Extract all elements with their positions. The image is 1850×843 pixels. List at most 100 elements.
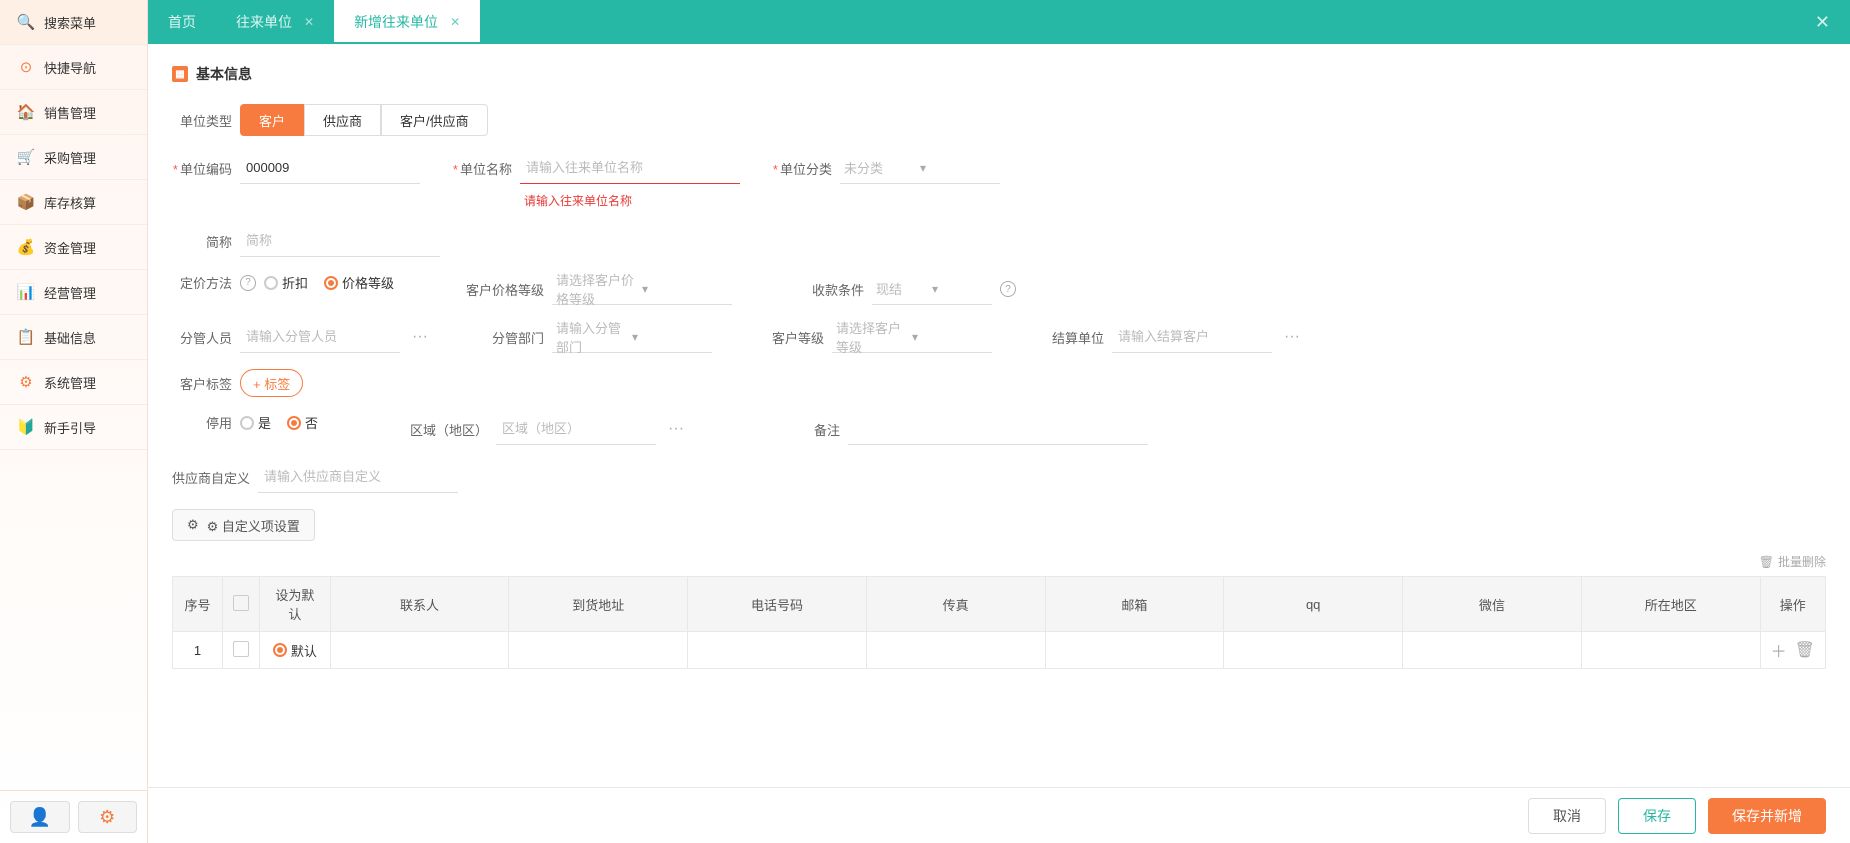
close-all-tabs[interactable]: ✕ [1807, 12, 1838, 33]
unit-type-customer[interactable]: 客户 [240, 104, 304, 136]
supplier-custom-input[interactable] [258, 461, 458, 493]
delete-row-btn[interactable]: 🗑 [1795, 640, 1815, 660]
col-default: 设为默认 [260, 577, 331, 632]
save-button[interactable]: 保存 [1618, 798, 1696, 834]
row-qq[interactable] [1224, 632, 1403, 669]
tab-new-partner-close[interactable]: ✕ [450, 15, 460, 29]
unit-type-both[interactable]: 客户/供应商 [381, 104, 488, 136]
sidebar-item-system[interactable]: ⚙ 系统管理 [0, 360, 147, 405]
batch-delete-btn[interactable]: 🗑 批量删除 [1759, 553, 1826, 570]
abbr-input[interactable] [240, 225, 440, 257]
unit-type-group: 单位类型 客户 供应商 客户/供应商 [172, 104, 488, 136]
row-phone[interactable] [688, 632, 867, 669]
tab-home[interactable]: 首页 [148, 0, 216, 44]
box-icon: 📦 [16, 192, 36, 212]
row-fax[interactable] [866, 632, 1045, 669]
gear-settings-icon: ⚙ [187, 517, 199, 533]
disable-label: 停用 [172, 413, 232, 432]
dept-select[interactable]: 请输入分管部门 ▾ [552, 321, 712, 353]
fax-input[interactable] [877, 643, 1035, 658]
pricing-discount[interactable]: 折扣 [264, 273, 308, 292]
sidebar-item-inventory[interactable]: 📦 库存核算 [0, 180, 147, 225]
price-level-group: 客户价格等级 请选择客户价格等级 ▾ [466, 273, 732, 305]
unit-type-supplier[interactable]: 供应商 [304, 104, 381, 136]
default-radio[interactable]: 默认 [270, 641, 320, 660]
email-input[interactable] [1056, 643, 1214, 658]
custom-settings-button[interactable]: ⚙ ⚙ 自定义项设置 [172, 509, 315, 541]
region-dots[interactable]: ··· [664, 420, 688, 438]
save-new-button[interactable]: 保存并新增 [1708, 798, 1826, 834]
sidebar-user-btn[interactable]: 👤 [10, 801, 70, 833]
row-region[interactable] [1581, 632, 1760, 669]
supervisor-input[interactable] [240, 321, 400, 353]
disable-yes[interactable]: 是 [240, 413, 271, 432]
settlement-input[interactable] [1112, 321, 1272, 353]
region-input[interactable] [496, 413, 656, 445]
remarks-input[interactable] [848, 413, 1148, 445]
pricing-level[interactable]: 价格等级 [324, 273, 394, 292]
sidebar-item-guide[interactable]: 🔰 新手引导 [0, 405, 147, 450]
select-all-checkbox[interactable] [233, 595, 249, 611]
pricing-group: 定价方法 ? 折扣 价格等级 [172, 273, 394, 292]
settlement-dots[interactable]: ··· [1280, 328, 1304, 346]
main-area: 首页 往来单位 ✕ 新增往来单位 ✕ ✕ ▦ 基本信息 单位类型 客户 供应商 … [148, 0, 1850, 843]
disable-no[interactable]: 否 [287, 413, 318, 432]
sidebar-item-operations[interactable]: 📊 经营管理 [0, 270, 147, 315]
sidebar-item-quick-nav[interactable]: ⊙ 快捷导航 [0, 45, 147, 90]
sidebar-item-finance[interactable]: 💰 资金管理 [0, 225, 147, 270]
unit-category-group: 单位分类 未分类 ▾ [772, 152, 1000, 184]
table-row: 1 默认 [173, 632, 1826, 669]
unit-name-input[interactable] [520, 152, 740, 184]
unit-category-value: 未分类 [844, 158, 920, 177]
tags-row: 客户标签 + 标签 [172, 369, 1826, 397]
supervisor-dots[interactable]: ··· [408, 328, 432, 346]
sidebar-item-search[interactable]: 🔍 搜索菜单 [0, 0, 147, 45]
wechat-input[interactable] [1413, 643, 1571, 658]
unit-code-input[interactable] [240, 152, 420, 184]
row-action-btns: ＋ 🗑 [1771, 638, 1815, 662]
row-region-input[interactable] [1592, 643, 1750, 658]
row-checkbox [223, 632, 260, 669]
row-address[interactable] [509, 632, 688, 669]
sidebar-item-label: 系统管理 [44, 373, 96, 392]
payment-terms-select[interactable]: 现结 ▾ [872, 273, 992, 305]
contact-input[interactable] [341, 643, 499, 658]
sidebar-item-basic[interactable]: 📋 基础信息 [0, 315, 147, 360]
sidebar-item-sales[interactable]: 🏠 销售管理 [0, 90, 147, 135]
payment-help-icon[interactable]: ? [1000, 281, 1016, 297]
address-input[interactable] [519, 643, 677, 658]
customer-level-select[interactable]: 请选择客户等级 ▾ [832, 321, 992, 353]
tab-partners-close[interactable]: ✕ [304, 15, 314, 29]
tab-new-partner[interactable]: 新增往来单位 ✕ [334, 0, 480, 44]
table-header-bar: 🗑 批量删除 [172, 553, 1826, 570]
radio-level-circle [324, 276, 338, 290]
chevron-down-icon3: ▾ [932, 282, 988, 296]
cancel-button[interactable]: 取消 [1528, 798, 1606, 834]
tags-group: 客户标签 + 标签 [172, 369, 303, 397]
radio-discount-circle [264, 276, 278, 290]
region-group: 区域（地区） ··· [410, 413, 688, 445]
unit-type-row: 单位类型 客户 供应商 客户/供应商 [172, 104, 1826, 136]
list-icon: 📋 [16, 327, 36, 347]
unit-category-select[interactable]: 未分类 ▾ [840, 152, 1000, 184]
phone-input[interactable] [698, 643, 856, 658]
row-wechat[interactable] [1403, 632, 1582, 669]
add-row-btn[interactable]: ＋ [1771, 638, 1787, 662]
disable-row: 停用 是 否 区域（地区） ··· 备注 [172, 413, 1826, 445]
tags-label: 客户标签 [172, 374, 232, 393]
abbr-group: 简称 [172, 225, 440, 257]
sidebar-item-purchase[interactable]: 🛒 采购管理 [0, 135, 147, 180]
row-contact[interactable] [330, 632, 509, 669]
add-tag-button[interactable]: + 标签 [240, 369, 303, 397]
row-index: 1 [173, 632, 223, 669]
row-email[interactable] [1045, 632, 1224, 669]
row-select-checkbox[interactable] [233, 641, 249, 657]
price-level-select[interactable]: 请选择客户价格等级 ▾ [552, 273, 732, 305]
tab-partners[interactable]: 往来单位 ✕ [216, 0, 334, 44]
chevron-down-icon5: ▾ [912, 330, 988, 344]
qq-input[interactable] [1234, 643, 1392, 658]
pricing-help-icon[interactable]: ? [240, 275, 256, 291]
supplier-custom-row: 供应商自定义 [172, 461, 1826, 493]
sidebar-settings-btn[interactable]: ⚙ [78, 801, 138, 833]
sidebar-item-label: 搜索菜单 [44, 13, 96, 32]
